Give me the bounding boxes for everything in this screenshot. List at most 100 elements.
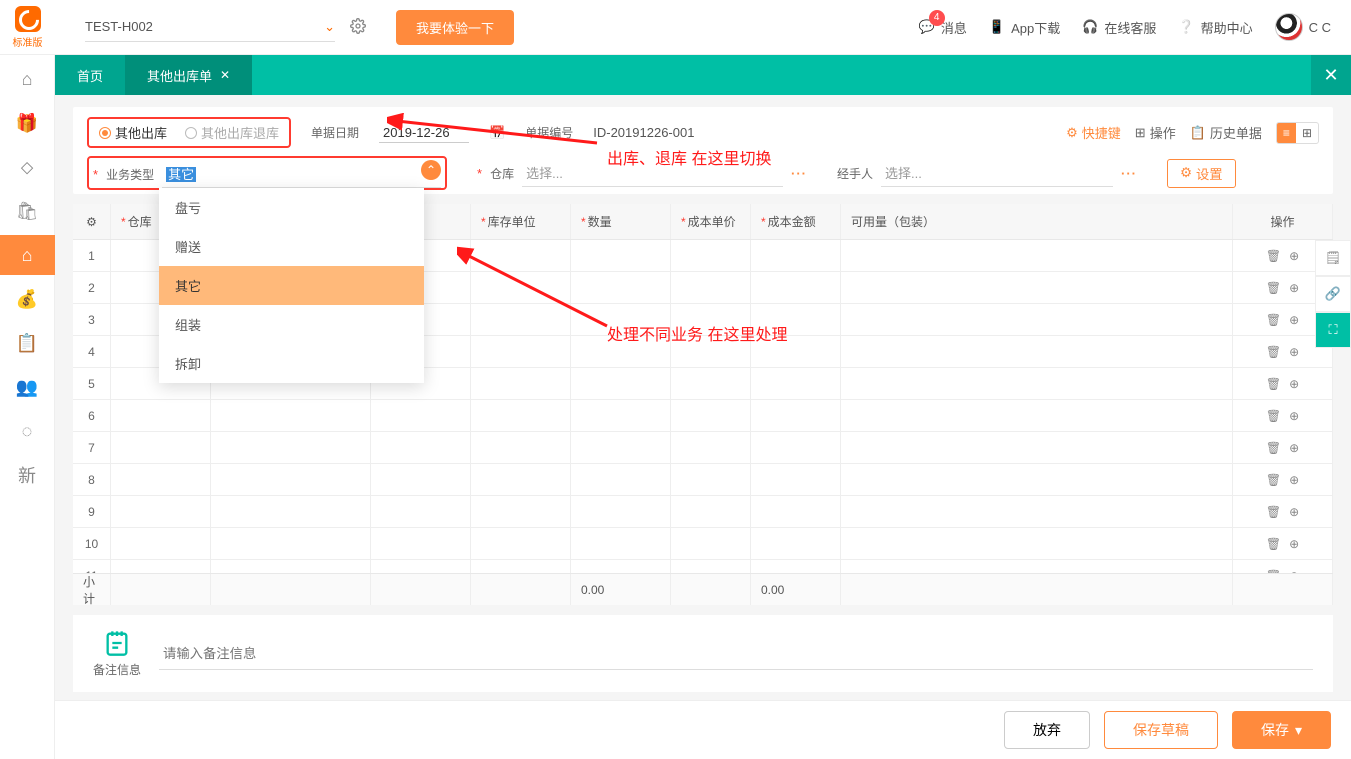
save-draft-button[interactable]: 保存草稿 <box>1104 711 1218 749</box>
ops-button[interactable]: ⊞ 操作 <box>1135 123 1176 142</box>
table-row[interactable]: 10🗑⊕ <box>73 528 1333 560</box>
brand: 标准版 <box>0 6 55 49</box>
delete-row-icon[interactable]: 🗑 <box>1266 345 1281 359</box>
add-row-icon[interactable]: ⊕ <box>1289 409 1299 423</box>
nav-clipboard-icon[interactable]: 📋 <box>17 333 37 353</box>
nav-new-icon[interactable]: 新 <box>17 465 37 485</box>
th-gear[interactable]: ⚙ <box>73 204 111 239</box>
th-unit: *库存单位 <box>471 204 571 239</box>
add-row-icon[interactable]: ⊕ <box>1289 505 1299 519</box>
nav-bag-icon[interactable]: 🛍 <box>17 201 37 221</box>
delete-row-icon[interactable]: 🗑 <box>1266 281 1281 295</box>
nav-home-icon[interactable]: ⌂ <box>17 69 37 89</box>
app-dl-label: App下载 <box>1011 18 1060 37</box>
row-index: 2 <box>73 272 111 303</box>
row-index: 4 <box>73 336 111 367</box>
calendar-icon[interactable]: 📅 <box>489 125 505 141</box>
delete-row-icon[interactable]: 🗑 <box>1266 441 1281 455</box>
row-index: 7 <box>73 432 111 463</box>
save-button[interactable]: 保存 ▾ <box>1232 711 1331 749</box>
radio-out[interactable]: 其他出库 <box>99 123 167 142</box>
doc-no: ID-20191226-001 <box>593 125 694 140</box>
biz-type-select[interactable]: 其它 <box>162 160 441 188</box>
delete-row-icon[interactable]: 🗑 <box>1266 473 1281 487</box>
help-button[interactable]: ❔ 帮助中心 <box>1178 18 1252 37</box>
note-icon[interactable]: 🗒 <box>1315 240 1351 276</box>
chevron-down-icon: ▾ <box>1295 722 1302 739</box>
delete-row-icon[interactable]: 🗑 <box>1266 505 1281 519</box>
nav-cycle-icon[interactable]: ◌ <box>17 421 37 441</box>
nav-contacts-icon[interactable]: 👥 <box>17 377 37 397</box>
add-row-icon[interactable]: ⊕ <box>1289 537 1299 551</box>
view-grid-icon[interactable]: ⊞ <box>1296 123 1318 143</box>
add-row-icon[interactable]: ⊕ <box>1289 281 1299 295</box>
date-value[interactable]: 2019-12-26 <box>379 123 469 143</box>
add-row-icon[interactable]: ⊕ <box>1289 377 1299 391</box>
expand-icon[interactable]: ⛶ <box>1315 312 1351 348</box>
biz-type-dropdown: 盘亏 赠送 其它 组装 拆卸 <box>159 188 424 383</box>
gear-icon[interactable] <box>350 18 366 37</box>
add-row-icon[interactable]: ⊕ <box>1289 249 1299 263</box>
subtotal-amt: 0.00 <box>751 574 841 605</box>
close-icon[interactable]: ✕ <box>220 68 230 82</box>
table-row[interactable]: 7 🗑 ⊕ <box>73 432 1333 464</box>
view-mode-toggle: ≡ ⊞ <box>1276 122 1319 144</box>
remarks-input[interactable] <box>159 638 1313 670</box>
nav-money-icon[interactable]: 💰 <box>17 289 37 309</box>
org-selector[interactable]: TEST-H002 ⌄ <box>85 12 335 42</box>
cta-button[interactable]: 我要体验一下 <box>396 10 514 45</box>
history-button[interactable]: 📋 历史单据 <box>1190 123 1262 142</box>
warehouse-select[interactable]: 选择... <box>522 159 783 187</box>
radio-return[interactable]: 其他出库退库 <box>185 123 279 142</box>
add-row-icon[interactable]: ⊕ <box>1289 441 1299 455</box>
more-icon-2[interactable]: ··· <box>1121 166 1137 181</box>
th-price: *成本单价 <box>671 204 751 239</box>
user-menu[interactable]: C C <box>1275 13 1331 41</box>
delete-row-icon[interactable]: 🗑 <box>1266 537 1281 551</box>
radio-return-label: 其他出库退库 <box>201 123 279 142</box>
app-download-button[interactable]: 📱 App下载 <box>989 18 1060 37</box>
row-index: 5 <box>73 368 111 399</box>
delete-row-icon[interactable]: 🗑 <box>1266 249 1281 263</box>
th-ops: 操作 <box>1233 204 1333 239</box>
dd-item-0[interactable]: 盘亏 <box>159 188 424 227</box>
add-row-icon[interactable]: ⊕ <box>1289 345 1299 359</box>
service-button[interactable]: 🎧 在线客服 <box>1082 18 1156 37</box>
view-list-icon[interactable]: ≡ <box>1277 123 1296 143</box>
handler-select[interactable]: 选择... <box>881 159 1113 187</box>
remarks-label: 备注信息 <box>93 661 141 678</box>
nav-warehouse-icon[interactable]: ⌂ <box>0 235 55 275</box>
link-icon[interactable]: 🔗 <box>1315 276 1351 312</box>
nav-gift-icon[interactable]: 🎁 <box>17 113 37 133</box>
add-row-icon[interactable]: ⊕ <box>1289 473 1299 487</box>
row-index: 8 <box>73 464 111 495</box>
table-row[interactable]: 8 🗑 ⊕ <box>73 464 1333 496</box>
messages-button[interactable]: 💬 消息 4 <box>919 18 967 37</box>
tabs-close-all[interactable]: ✕ <box>1311 55 1351 95</box>
dd-item-4[interactable]: 拆卸 <box>159 344 424 383</box>
delete-row-icon[interactable]: 🗑 <box>1266 409 1281 423</box>
dd-item-3[interactable]: 组装 <box>159 305 424 344</box>
chevron-up-icon[interactable]: ⌃ <box>421 160 441 180</box>
nav-shop-icon[interactable]: ⬦ <box>17 157 37 177</box>
tab-home[interactable]: 首页 <box>55 55 125 95</box>
add-row-icon[interactable]: ⊕ <box>1289 313 1299 327</box>
more-icon[interactable]: ··· <box>791 166 807 181</box>
settings-button[interactable]: ⚙ 设置 <box>1167 159 1236 188</box>
table-row[interactable]: 9 🗑 ⊕ <box>73 496 1333 528</box>
shortcut-button[interactable]: ⚙ 快捷键 <box>1066 123 1121 142</box>
row-index: 9 <box>73 496 111 527</box>
table-row[interactable]: 11🗑⊕ <box>73 560 1333 573</box>
discard-button[interactable]: 放弃 <box>1004 711 1090 749</box>
table-row[interactable]: 6 🗑 ⊕ <box>73 400 1333 432</box>
dd-item-1[interactable]: 赠送 <box>159 227 424 266</box>
chevron-down-icon: ⌄ <box>324 19 335 35</box>
dd-item-2[interactable]: 其它 <box>159 266 424 305</box>
row-index: 6 <box>73 400 111 431</box>
tab-active-label: 其他出库单 <box>147 66 212 85</box>
delete-row-icon[interactable]: 🗑 <box>1266 377 1281 391</box>
footer: 放弃 保存草稿 保存 ▾ <box>55 700 1351 759</box>
delete-row-icon[interactable]: 🗑 <box>1266 313 1281 327</box>
tab-active[interactable]: 其他出库单 ✕ <box>125 55 252 95</box>
date-label: 单据日期 <box>311 124 359 141</box>
